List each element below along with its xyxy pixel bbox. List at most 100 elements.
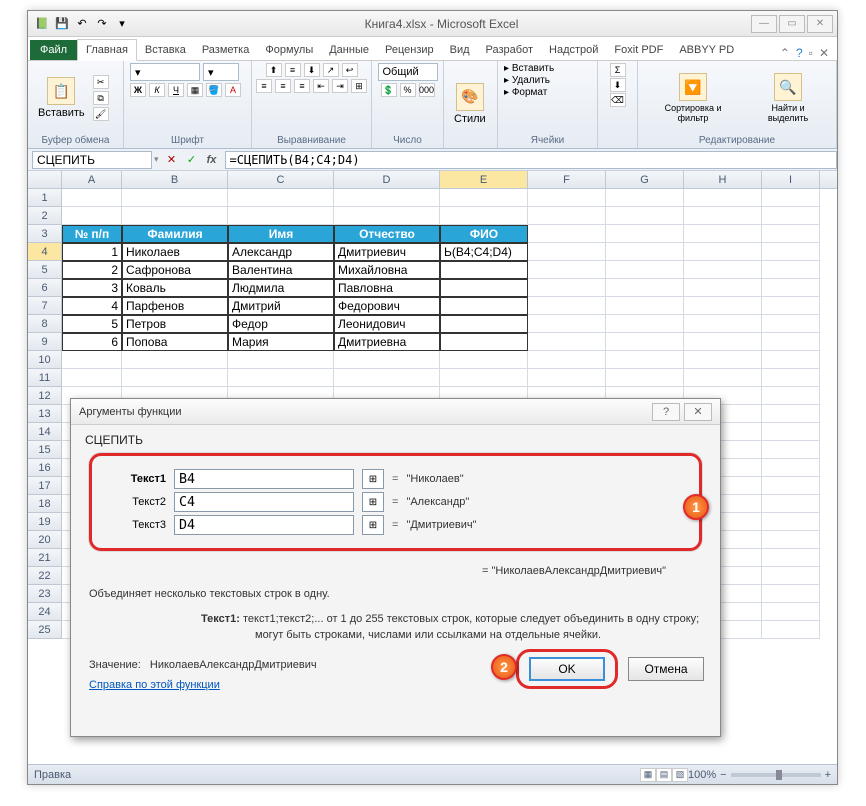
qat-dropdown-icon[interactable]: ▾	[114, 16, 130, 32]
tab-abbyy[interactable]: ABBYY PD	[671, 40, 742, 60]
align-bottom-icon[interactable]: ⬇	[304, 63, 320, 77]
autosum-icon[interactable]: Σ	[610, 63, 626, 77]
cell[interactable]	[606, 243, 684, 261]
cell[interactable]: Александр	[228, 243, 334, 261]
cell[interactable]	[606, 189, 684, 207]
font-color-icon[interactable]: A	[225, 83, 241, 97]
cell[interactable]	[62, 369, 122, 387]
cell[interactable]	[440, 369, 528, 387]
tab-insert[interactable]: Вставка	[137, 40, 194, 60]
cell[interactable]: 1	[62, 243, 122, 261]
cell[interactable]	[762, 387, 820, 405]
tab-home[interactable]: Главная	[77, 39, 137, 61]
indent-dec-icon[interactable]: ⇤	[313, 79, 329, 93]
dialog-close-icon[interactable]: ✕	[684, 403, 712, 421]
col-header[interactable]: I	[762, 171, 820, 188]
cell[interactable]	[762, 369, 820, 387]
cell[interactable]	[606, 297, 684, 315]
cell[interactable]	[440, 351, 528, 369]
cell[interactable]	[334, 369, 440, 387]
cell[interactable]: Фамилия	[122, 225, 228, 243]
cell[interactable]	[334, 207, 440, 225]
tab-data[interactable]: Данные	[321, 40, 377, 60]
cells-format-button[interactable]: ▸ Формат	[504, 87, 547, 98]
cell[interactable]	[762, 513, 820, 531]
row-header[interactable]: 14	[28, 423, 62, 441]
row-header[interactable]: 12	[28, 387, 62, 405]
fx-icon[interactable]: fx	[203, 151, 221, 169]
cell[interactable]	[762, 189, 820, 207]
cell[interactable]	[440, 297, 528, 315]
row-header[interactable]: 24	[28, 603, 62, 621]
indent-inc-icon[interactable]: ⇥	[332, 79, 348, 93]
cell[interactable]	[606, 369, 684, 387]
cell[interactable]	[762, 567, 820, 585]
col-header[interactable]: E	[440, 171, 528, 188]
align-top-icon[interactable]: ⬆	[266, 63, 282, 77]
cell[interactable]	[440, 207, 528, 225]
cell[interactable]	[684, 189, 762, 207]
cell[interactable]: Петров	[122, 315, 228, 333]
row-header[interactable]: 21	[28, 549, 62, 567]
italic-icon[interactable]: К	[149, 83, 165, 97]
sort-filter-button[interactable]: 🔽Сортировка и фильтр	[644, 71, 742, 125]
cell[interactable]: Михайловна	[334, 261, 440, 279]
view-break-icon[interactable]: ▧	[672, 768, 688, 782]
cell[interactable]	[762, 279, 820, 297]
formula-input[interactable]: =СЦЕПИТЬ(B4;C4;D4)	[225, 151, 837, 169]
cell[interactable]	[684, 369, 762, 387]
cell[interactable]	[62, 351, 122, 369]
merge-icon[interactable]: ⊞	[351, 79, 367, 93]
cell[interactable]	[606, 225, 684, 243]
row-header[interactable]: 22	[28, 567, 62, 585]
cell[interactable]	[528, 261, 606, 279]
minimize-ribbon-icon[interactable]: ⌃	[780, 46, 790, 60]
cell[interactable]	[122, 189, 228, 207]
tab-developer[interactable]: Разработ	[478, 40, 541, 60]
ribbon-opts-icon[interactable]: ▫	[809, 46, 813, 60]
zoom-out-icon[interactable]: −	[720, 769, 726, 781]
cell[interactable]	[762, 333, 820, 351]
cell[interactable]	[440, 189, 528, 207]
cell[interactable]	[684, 315, 762, 333]
cell[interactable]	[762, 405, 820, 423]
cell[interactable]: Федор	[228, 315, 334, 333]
zoom-control[interactable]: 100% − +	[688, 769, 831, 781]
cell[interactable]: № п/п	[62, 225, 122, 243]
cells-delete-button[interactable]: ▸ Удалить	[504, 75, 550, 86]
tab-formulas[interactable]: Формулы	[257, 40, 321, 60]
cell[interactable]: 4	[62, 297, 122, 315]
cell[interactable]: Дмитриевич	[334, 243, 440, 261]
tab-view[interactable]: Вид	[442, 40, 478, 60]
redo-icon[interactable]: ↷	[94, 16, 110, 32]
arg3-input[interactable]	[174, 515, 354, 535]
cell[interactable]: Имя	[228, 225, 334, 243]
align-left-icon[interactable]: ≡	[256, 79, 272, 93]
cell[interactable]	[762, 225, 820, 243]
row-header[interactable]: 8	[28, 315, 62, 333]
close-button[interactable]: ✕	[807, 15, 833, 33]
cell[interactable]	[606, 315, 684, 333]
row-header[interactable]: 13	[28, 405, 62, 423]
tab-layout[interactable]: Разметка	[194, 40, 258, 60]
cell[interactable]	[606, 279, 684, 297]
cell[interactable]	[228, 351, 334, 369]
row-header[interactable]: 19	[28, 513, 62, 531]
align-middle-icon[interactable]: ≡	[285, 63, 301, 77]
row-header[interactable]: 16	[28, 459, 62, 477]
cell[interactable]: 6	[62, 333, 122, 351]
underline-icon[interactable]: Ч	[168, 83, 184, 97]
row-header[interactable]: 1	[28, 189, 62, 207]
row-header[interactable]: 9	[28, 333, 62, 351]
percent-icon[interactable]: %	[400, 83, 416, 97]
select-all-corner[interactable]	[28, 171, 62, 188]
cell[interactable]	[762, 621, 820, 639]
cell[interactable]	[762, 585, 820, 603]
font-name-dropdown[interactable]: ▾	[130, 63, 200, 81]
col-header[interactable]: A	[62, 171, 122, 188]
cell[interactable]: Дмитриевна	[334, 333, 440, 351]
tab-foxit[interactable]: Foxit PDF	[606, 40, 671, 60]
row-header[interactable]: 17	[28, 477, 62, 495]
number-format-dropdown[interactable]: Общий	[378, 63, 438, 81]
cell[interactable]	[762, 351, 820, 369]
